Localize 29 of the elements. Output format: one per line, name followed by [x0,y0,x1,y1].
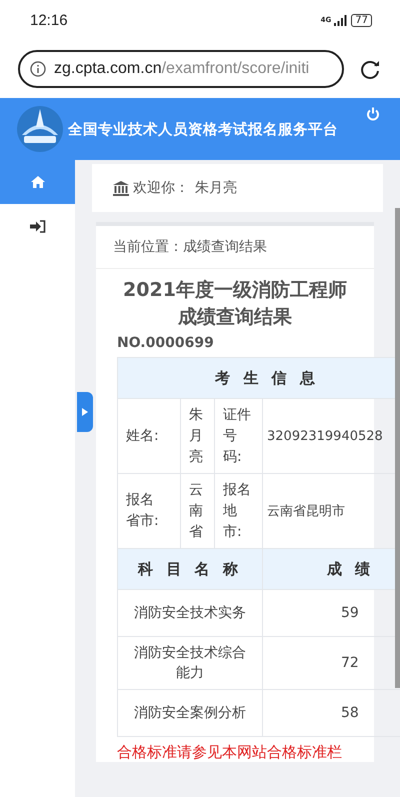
welcome-label: 欢迎你： [133,179,189,197]
chevron-icon [82,408,88,416]
table-cell: 姓名: [118,398,180,474]
result-subtitle: 成绩查询结果 [176,305,293,330]
address-field[interactable]: zg.cpta.com.cn/examfront/score/initi [18,50,344,88]
scrollbar[interactable] [395,208,400,688]
clock: 12:16 [30,12,68,28]
expand-tab[interactable] [77,392,93,432]
battery-level: 77 [351,14,372,26]
table-cell: 消防安全技术综合能力 [118,636,262,690]
table-cell: 消防安全案例分析 [118,690,262,736]
certificate-number: NO.0000699 [117,335,215,351]
bank-icon [113,180,129,196]
logo-icon [16,105,64,153]
user-name: 朱月亮 [195,179,237,197]
url-text: zg.cpta.com.cn/examfront/score/initi [54,60,310,78]
sign-in-icon [30,220,46,232]
table-cell: 证件号码: [214,398,262,474]
power-icon[interactable] [366,107,380,121]
notice-text: 合格标准请参见本网站合格标准栏 [117,743,343,762]
result-title: 2021年度一级消防工程师 [122,278,348,303]
home-icon [30,176,44,188]
table-cell: 消防安全技术实务 [118,590,262,636]
breadcrumb: 当前位置：成绩查询结果 [113,238,267,256]
table-cell: 朱月亮 [180,398,214,474]
signal-icon [334,14,348,26]
info-icon [30,61,46,77]
site-title: 全国专业技术人员资格考试报名服务平台 [68,120,338,138]
column-header: 科 目 名 称 [118,548,262,590]
